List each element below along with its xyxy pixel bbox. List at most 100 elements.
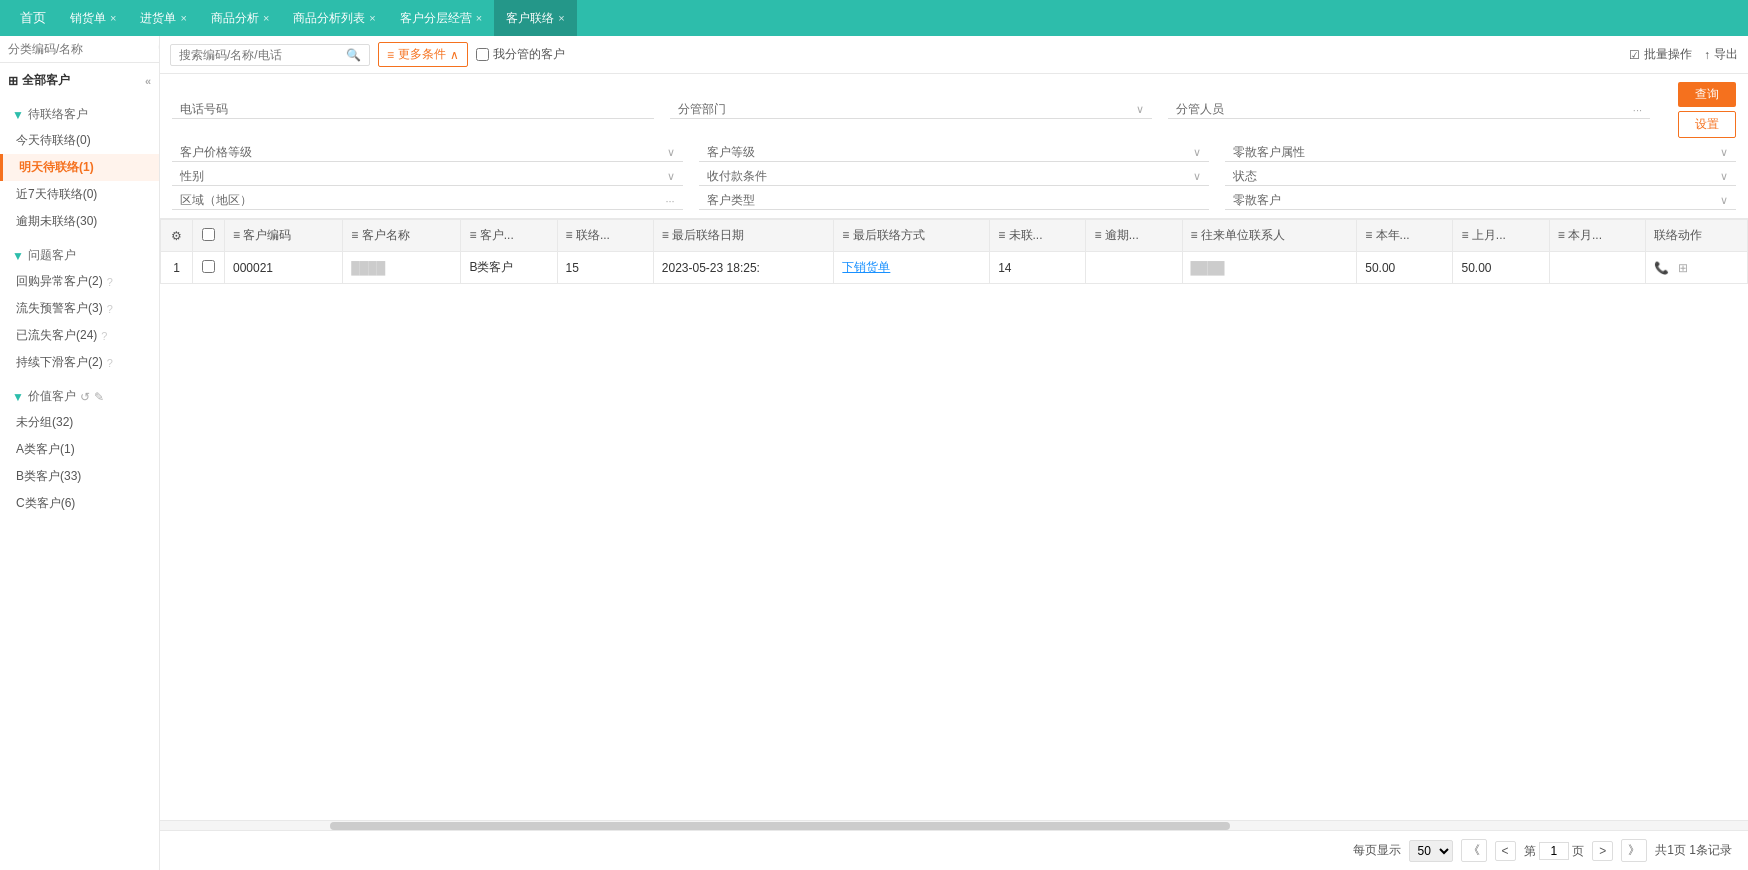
- first-page-button[interactable]: 《: [1461, 839, 1487, 862]
- sidebar-search-input[interactable]: [8, 42, 158, 56]
- chevron-up-icon: ∧: [450, 48, 459, 62]
- select-all-checkbox[interactable]: [202, 228, 215, 241]
- cell-last-contact-method[interactable]: 下销货单: [834, 252, 990, 284]
- cell-checkbox: [193, 252, 225, 284]
- nav-customer-layered[interactable]: 客户分层经营 ×: [388, 0, 494, 36]
- sidebar-item-ungrouped[interactable]: 未分组(32): [0, 409, 159, 436]
- sidebar: 🔍 ⊞ 全部客户 « ▼ 待联络客户 今天待联络(0) 明天待联络(1) 近7天…: [0, 36, 160, 870]
- filter-manager-input[interactable]: [1232, 103, 1633, 117]
- sidebar-value-title: ▼ 价值客户 ↺ ✎: [0, 384, 159, 409]
- col-no-contact: ≡ 未联...: [990, 220, 1086, 252]
- col-settings[interactable]: ⚙: [161, 220, 193, 252]
- col-name: ≡ 客户名称: [343, 220, 461, 252]
- nav-product-analysis-list[interactable]: 商品分析列表 ×: [281, 0, 387, 36]
- nav-customer-contact[interactable]: 客户联络 ×: [494, 0, 576, 36]
- export-icon: ↑: [1704, 48, 1710, 62]
- filter-region: 区域（地区） ···: [172, 192, 683, 210]
- close-product-analysis-list-icon[interactable]: ×: [369, 12, 375, 24]
- filter-retail-attr: 零散客户属性 全部 ∨: [1225, 144, 1736, 162]
- nav-purchase-order[interactable]: 进货单 ×: [128, 0, 198, 36]
- set-button[interactable]: 设置: [1678, 111, 1736, 138]
- info-icon-2: ?: [101, 330, 107, 342]
- filter-price-level-input[interactable]: [260, 146, 663, 160]
- sidebar-pending-section: ▼ 待联络客户 今天待联络(0) 明天待联络(1) 近7天待联络(0) 逾期未联…: [0, 98, 159, 239]
- main-content: 🔍 ≡ 更多条件 ∧ 我分管的客户 ☑ 批量操作 ↑ 导出: [160, 36, 1748, 870]
- sidebar-item-churned[interactable]: 已流失客户(24) ?: [0, 322, 159, 349]
- filter-customer-level: 客户等级 ∨: [699, 144, 1210, 162]
- page-info: 第 页: [1524, 842, 1585, 860]
- page-number-input[interactable]: [1539, 842, 1569, 860]
- filter-icon: ≡: [387, 48, 394, 62]
- close-customer-layered-icon[interactable]: ×: [476, 12, 482, 24]
- filter-retail-attr-input[interactable]: 全部: [1313, 146, 1716, 160]
- filter-region-input[interactable]: [260, 194, 666, 208]
- filter-status-input[interactable]: [1265, 170, 1716, 184]
- sidebar-item-repurchase-abnormal[interactable]: 回购异常客户(2) ?: [0, 268, 159, 295]
- prev-page-button[interactable]: <: [1495, 841, 1516, 861]
- grid-action-icon[interactable]: ⊞: [1678, 261, 1688, 275]
- my-customers-checkbox[interactable]: 我分管的客户: [476, 46, 565, 63]
- filter-dept-input[interactable]: [734, 103, 1132, 117]
- data-table: ⚙ ≡ 客户编码 ≡ 客户名称 ≡ 客户... ≡ 联络... ≡ 最后联络日期…: [160, 219, 1748, 284]
- col-this-year: ≡ 本年...: [1357, 220, 1453, 252]
- last-contact-method-link[interactable]: 下销货单: [842, 260, 890, 274]
- filter-customer-type-input[interactable]: [763, 194, 1202, 208]
- sidebar-item-7days-pending[interactable]: 近7天待联络(0): [0, 181, 159, 208]
- filter-payment: 收付款条件 ∨: [699, 168, 1210, 186]
- page-size-label: 每页显示: [1353, 842, 1401, 859]
- sidebar-problem-section: ▼ 问题客户 回购异常客户(2) ? 流失预警客户(3) ? 已流失客户(24)…: [0, 239, 159, 380]
- more-icon[interactable]: ···: [1633, 104, 1642, 116]
- search-icon[interactable]: 🔍: [346, 48, 361, 62]
- sidebar-item-tomorrow-pending[interactable]: 明天待联络(1): [0, 154, 159, 181]
- table-row: 1 000021 ████ B类客户 15 2023-05-23 18:25: …: [161, 252, 1748, 284]
- sidebar-all-customers[interactable]: ⊞ 全部客户 «: [0, 67, 159, 94]
- nav-sales-order[interactable]: 销货单 ×: [58, 0, 128, 36]
- filter-customer-level-input[interactable]: [763, 146, 1190, 160]
- more-filter-button[interactable]: ≡ 更多条件 ∧: [378, 42, 468, 67]
- edit-icon[interactable]: ✎: [94, 390, 104, 404]
- filter-retail-customer-input[interactable]: 全部: [1289, 194, 1716, 208]
- export-button[interactable]: ↑ 导出: [1704, 46, 1738, 63]
- sidebar-pending-title: ▼ 待联络客户: [0, 102, 159, 127]
- collapse-all-icon: «: [145, 75, 151, 87]
- row-checkbox[interactable]: [202, 260, 215, 273]
- sidebar-item-class-b[interactable]: B类客户(33): [0, 463, 159, 490]
- region-more-icon[interactable]: ···: [666, 195, 675, 207]
- batch-op-button[interactable]: ☑ 批量操作: [1629, 46, 1692, 63]
- chevron-down-icon-4: ∨: [1720, 146, 1728, 159]
- cell-this-year: 50.00: [1357, 252, 1453, 284]
- sidebar-value-section: ▼ 价值客户 ↺ ✎ 未分组(32) A类客户(1) B类客户(33) C类客户…: [0, 380, 159, 521]
- search-input[interactable]: [179, 48, 346, 62]
- sidebar-item-declining[interactable]: 持续下滑客户(2) ?: [0, 349, 159, 376]
- close-customer-contact-icon[interactable]: ×: [558, 12, 564, 24]
- sidebar-item-class-a[interactable]: A类客户(1): [0, 436, 159, 463]
- sidebar-item-class-c[interactable]: C类客户(6): [0, 490, 159, 517]
- col-checkbox: [193, 220, 225, 252]
- page-size-select[interactable]: 50: [1409, 840, 1453, 862]
- close-product-analysis-icon[interactable]: ×: [263, 12, 269, 24]
- filter-phone: 电话号码: [172, 101, 654, 119]
- query-button[interactable]: 查询: [1678, 82, 1736, 107]
- col-last-contact-method: ≡ 最后联络方式: [834, 220, 990, 252]
- last-page-button[interactable]: 》: [1621, 839, 1647, 862]
- next-page-button[interactable]: >: [1592, 841, 1613, 861]
- horizontal-scrollbar[interactable]: [160, 820, 1748, 830]
- my-customers-check[interactable]: [476, 48, 489, 61]
- filter-phone-input[interactable]: [236, 103, 646, 117]
- close-purchase-order-icon[interactable]: ×: [180, 12, 186, 24]
- filter-manager: 分管人员 ···: [1168, 101, 1650, 119]
- nav-product-analysis[interactable]: 商品分析 ×: [199, 0, 281, 36]
- nav-home[interactable]: 首页: [8, 0, 58, 36]
- cell-last-contact-date: 2023-05-23 18:25:: [653, 252, 834, 284]
- refresh-icon[interactable]: ↺: [80, 390, 90, 404]
- phone-action-icon[interactable]: 📞: [1654, 261, 1669, 275]
- filter-gender-input[interactable]: [212, 170, 663, 184]
- filter-payment-input[interactable]: [775, 170, 1190, 184]
- sidebar-item-today-pending[interactable]: 今天待联络(0): [0, 127, 159, 154]
- close-sales-order-icon[interactable]: ×: [110, 12, 116, 24]
- sidebar-item-overdue-pending[interactable]: 逾期未联络(30): [0, 208, 159, 235]
- top-nav: 首页 销货单 × 进货单 × 商品分析 × 商品分析列表 × 客户分层经营 × …: [0, 0, 1748, 36]
- filter-retail-customer: 零散客户 全部 ∨: [1225, 192, 1736, 210]
- scrollbar-thumb[interactable]: [330, 822, 1230, 830]
- sidebar-item-churn-warning[interactable]: 流失预警客户(3) ?: [0, 295, 159, 322]
